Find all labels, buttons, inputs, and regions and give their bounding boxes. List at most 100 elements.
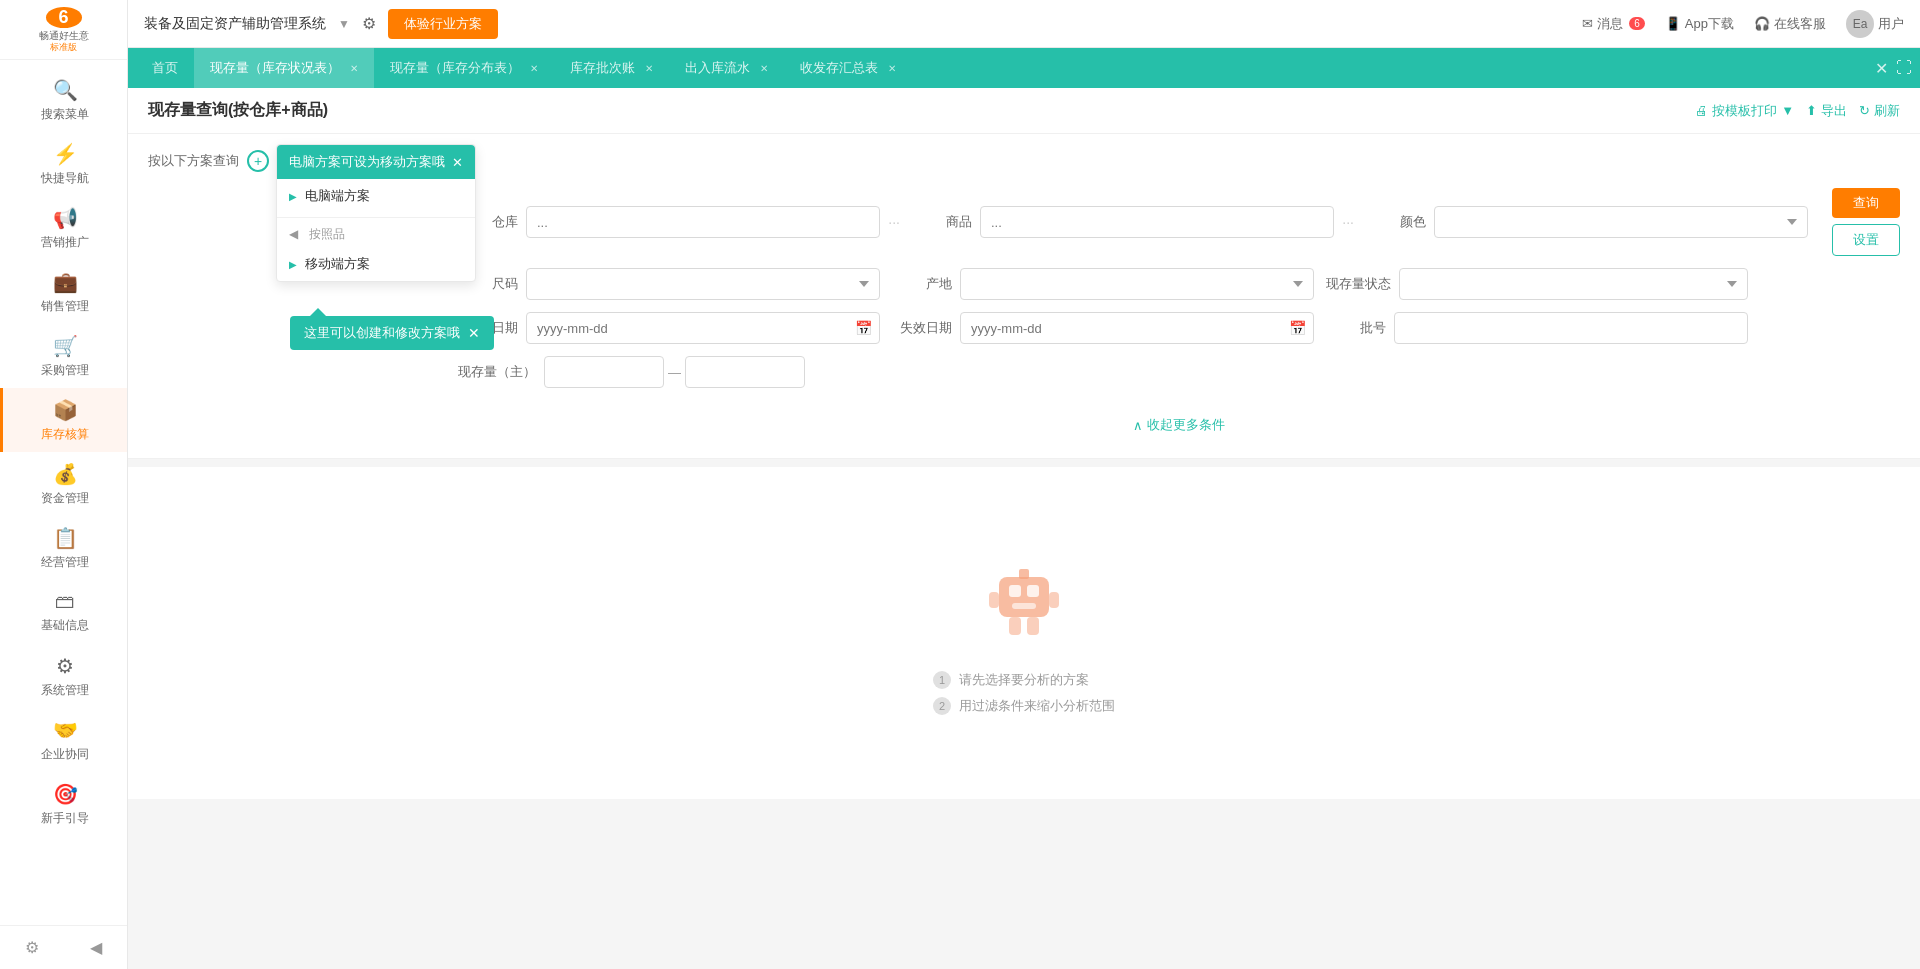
product-more-icon[interactable]: ··· bbox=[1342, 214, 1354, 230]
online-service-btn[interactable]: 🎧 在线客服 bbox=[1754, 15, 1826, 33]
expiry-date-input[interactable] bbox=[960, 312, 1314, 344]
tabbar-right: ✕ ⛶ bbox=[1875, 59, 1912, 78]
tab-receipt-summary[interactable]: 收发存汇总表 ✕ bbox=[784, 48, 912, 88]
search-menu-icon: 🔍 bbox=[53, 78, 78, 102]
batch-label: 批号 bbox=[1326, 319, 1386, 337]
warehouse-more-icon[interactable]: ··· bbox=[888, 214, 900, 230]
color-select[interactable] bbox=[1434, 206, 1808, 238]
tab-inventory-status[interactable]: 现存量（库存状况表） ✕ bbox=[194, 48, 374, 88]
svg-rect-0 bbox=[999, 577, 1049, 617]
refresh-btn[interactable]: ↻ 刷新 bbox=[1859, 102, 1900, 120]
sidebar-item-marketing[interactable]: 📢 营销推广 bbox=[0, 196, 127, 260]
tab-close-all-btn[interactable]: ✕ bbox=[1875, 59, 1888, 78]
size-select[interactable] bbox=[526, 268, 880, 300]
origin-label: 产地 bbox=[892, 275, 952, 293]
message-btn[interactable]: ✉ 消息 6 bbox=[1582, 15, 1645, 33]
scheme-popup-close[interactable]: ✕ bbox=[452, 155, 463, 170]
marketing-icon: 📢 bbox=[53, 206, 78, 230]
topbar-left: 装备及固定资产辅助管理系统 ▼ ⚙ 体验行业方案 bbox=[144, 9, 498, 39]
reset-btn[interactable]: 设置 bbox=[1832, 224, 1900, 256]
scheme-mobile-arrow: ▶ bbox=[289, 259, 297, 270]
message-badge: 6 bbox=[1629, 17, 1645, 30]
sidebar-item-search-menu[interactable]: 🔍 搜索菜单 bbox=[0, 68, 127, 132]
stock-status-cell: 现存量状态 bbox=[1326, 268, 1748, 300]
scheme-mobile-item[interactable]: ▶ 移动端方案 bbox=[277, 247, 475, 281]
tab-batch-account[interactable]: 库存批次账 ✕ bbox=[554, 48, 669, 88]
action-btn-group: 查询 设置 bbox=[1832, 188, 1900, 256]
user-profile-btn[interactable]: Ea 用户 bbox=[1846, 10, 1904, 38]
empty-tip-1: 1 请先选择要分析的方案 bbox=[933, 667, 1115, 693]
filter-add-btn[interactable]: + bbox=[247, 150, 269, 172]
sidebar: 6 畅通好生意 标准版 🔍 搜索菜单 ⚡ 快捷导航 📢 营销推广 💼 销售管理 … bbox=[0, 0, 128, 969]
origin-select[interactable] bbox=[960, 268, 1314, 300]
page-actions: 🖨 按模板打印 ▼ ⬆ 导出 ↻ 刷新 bbox=[1695, 102, 1900, 120]
sidebar-item-system[interactable]: ⚙ 系统管理 bbox=[0, 644, 127, 708]
stock-qty-min-input[interactable] bbox=[544, 356, 664, 388]
batch-input[interactable] bbox=[1394, 312, 1748, 344]
filter-title: 按以下方案查询 bbox=[148, 152, 239, 170]
system-dropdown-btn[interactable]: ▼ bbox=[338, 17, 350, 31]
tab-close-receipt-summary[interactable]: ✕ bbox=[888, 63, 896, 74]
sidebar-settings-btn[interactable]: ⚙ bbox=[25, 938, 39, 957]
product-input[interactable] bbox=[980, 206, 1334, 238]
sidebar-item-inventory[interactable]: 📦 库存核算 bbox=[0, 388, 127, 452]
stock-qty-max-input[interactable] bbox=[685, 356, 805, 388]
sidebar-bottom: ⚙ ◀ bbox=[0, 925, 127, 969]
app-download-btn[interactable]: 📱 App下载 bbox=[1665, 15, 1734, 33]
color-cell: 颜色 bbox=[1366, 206, 1808, 238]
tab-close-inventory-status[interactable]: ✕ bbox=[350, 63, 358, 74]
svg-rect-7 bbox=[1009, 617, 1021, 635]
refresh-icon: ↻ bbox=[1859, 103, 1870, 118]
sidebar-item-guide[interactable]: 🎯 新手引导 bbox=[0, 772, 127, 836]
phone-icon: 📱 bbox=[1665, 16, 1681, 31]
product-cell: 商品 ··· bbox=[912, 206, 1354, 238]
sidebar-item-operations[interactable]: 📋 经营管理 bbox=[0, 516, 127, 580]
export-icon: ⬆ bbox=[1806, 103, 1817, 118]
sidebar-item-quick-nav[interactable]: ⚡ 快捷导航 bbox=[0, 132, 127, 196]
tab-close-inventory-dist[interactable]: ✕ bbox=[530, 63, 538, 74]
chevron-up-icon: ∧ bbox=[1133, 418, 1143, 433]
print-btn[interactable]: 🖨 按模板打印 ▼ bbox=[1695, 102, 1794, 120]
sidebar-collapse-btn[interactable]: ◀ bbox=[90, 938, 102, 957]
expiry-date-label: 失效日期 bbox=[892, 319, 952, 337]
svg-rect-3 bbox=[1012, 603, 1036, 609]
scheme-child-item[interactable]: ◀ 按照品 bbox=[277, 222, 475, 247]
tab-close-in-out-flow[interactable]: ✕ bbox=[760, 63, 768, 74]
production-date-input[interactable] bbox=[526, 312, 880, 344]
filter-row-3: 生产日期 📅 失效日期 📅 批号 bbox=[458, 312, 1900, 344]
sidebar-item-enterprise[interactable]: 🤝 企业协同 bbox=[0, 708, 127, 772]
topbar-settings-btn[interactable]: ⚙ bbox=[362, 14, 376, 33]
svg-rect-6 bbox=[1049, 592, 1059, 608]
edit-tooltip-close[interactable]: ✕ bbox=[468, 325, 480, 341]
scheme-popup-header: 电脑方案可设为移动方案哦 ✕ bbox=[277, 145, 475, 179]
empty-tips: 1 请先选择要分析的方案 2 用过滤条件来缩小分析范围 bbox=[933, 667, 1115, 719]
sidebar-item-purchase[interactable]: 🛒 采购管理 bbox=[0, 324, 127, 388]
origin-cell: 产地 bbox=[892, 268, 1314, 300]
expiry-date-cal-icon[interactable]: 📅 bbox=[1289, 320, 1306, 336]
empty-icon bbox=[974, 547, 1074, 647]
color-label: 颜色 bbox=[1366, 213, 1426, 231]
sidebar-item-basic[interactable]: 🗃 基础信息 bbox=[0, 580, 127, 644]
collapse-btn[interactable]: ∧ 收起更多条件 bbox=[458, 408, 1900, 442]
tab-fullscreen-btn[interactable]: ⛶ bbox=[1896, 59, 1912, 77]
production-date-cal-icon[interactable]: 📅 bbox=[855, 320, 872, 336]
tab-close-batch-account[interactable]: ✕ bbox=[645, 63, 653, 74]
industry-btn[interactable]: 体验行业方案 bbox=[388, 9, 498, 39]
edit-tooltip: 这里可以创建和修改方案哦 ✕ bbox=[290, 316, 494, 350]
scheme-popup: 电脑方案可设为移动方案哦 ✕ ▶ 电脑端方案 ◀ 按照品 ▶ 移动端方案 bbox=[276, 144, 476, 282]
sidebar-item-sales[interactable]: 💼 销售管理 bbox=[0, 260, 127, 324]
warehouse-input[interactable] bbox=[526, 206, 880, 238]
inventory-icon: 📦 bbox=[53, 398, 78, 422]
sidebar-item-finance[interactable]: 💰 资金管理 bbox=[0, 452, 127, 516]
expiry-date-cell: 失效日期 📅 bbox=[892, 312, 1314, 344]
print-icon: 🖨 bbox=[1695, 103, 1708, 118]
stock-qty-label: 现存量（主） bbox=[458, 363, 536, 381]
product-label: 商品 bbox=[912, 213, 972, 231]
search-btn[interactable]: 查询 bbox=[1832, 188, 1900, 218]
tab-inventory-dist[interactable]: 现存量（库存分布表） ✕ bbox=[374, 48, 554, 88]
tab-home[interactable]: 首页 bbox=[136, 48, 194, 88]
tab-in-out-flow[interactable]: 出入库流水 ✕ bbox=[669, 48, 784, 88]
export-btn[interactable]: ⬆ 导出 bbox=[1806, 102, 1847, 120]
scheme-desktop-item[interactable]: ▶ 电脑端方案 bbox=[277, 179, 475, 213]
stock-status-select[interactable] bbox=[1399, 268, 1748, 300]
